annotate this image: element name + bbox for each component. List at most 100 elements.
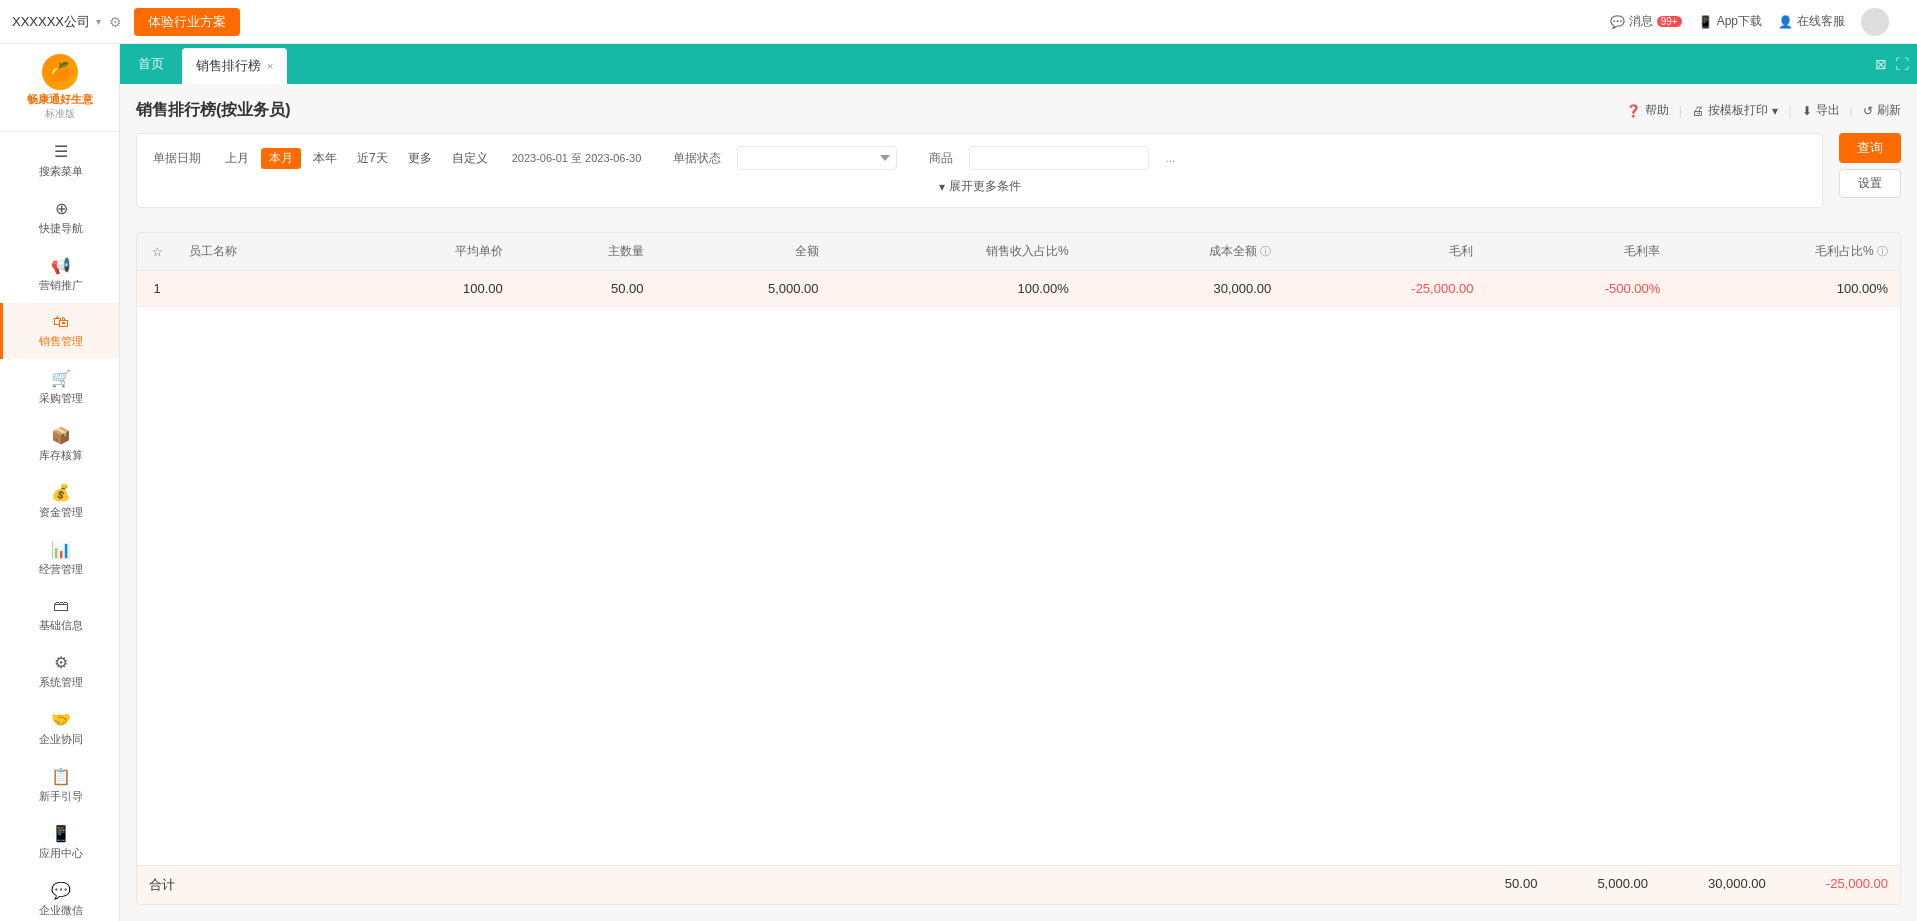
sidebar-item-corp[interactable]: 🤝 企业协同 — [0, 700, 119, 757]
purchase-icon: 🛒 — [51, 369, 71, 388]
page-actions: ❓ 帮助 | 🖨 按模板打印 ▾ | ⬇ 导出 | — [1626, 102, 1901, 119]
col-qty: 主数量 — [515, 233, 656, 271]
date-tab-more[interactable]: 更多 — [400, 148, 440, 169]
table-container: ☆ 员工名称 平均单价 主数量 全额 销售收入占比% 成本全额 ⓘ 毛利 毛利率… — [137, 233, 1900, 865]
expand-filters-button[interactable]: ▾ 展开更多条件 — [939, 178, 1021, 195]
top-right-area: 💬 消息 99+ 📱 App下载 👤 在线客服 — [1610, 8, 1905, 36]
filter-row: 单据日期 上月 本月 本年 近7天 更多 自定义 2023-06-01 至 20… — [153, 146, 1806, 170]
sidebar-item-marketing[interactable]: 📢 营销推广 — [0, 246, 119, 303]
finance-icon: 💰 — [51, 483, 71, 502]
tab-bar: 首页 销售排行榜 × ⊠ ⛶ — [120, 44, 1917, 84]
tab-active[interactable]: 销售排行榜 × — [182, 48, 287, 84]
query-button[interactable]: 查询 — [1839, 133, 1901, 163]
corp-icon: 🤝 — [51, 710, 71, 729]
refresh-button[interactable]: ↺ 刷新 — [1863, 102, 1901, 119]
sales-icon: 🛍 — [53, 313, 69, 331]
print-button[interactable]: 🖨 按模板打印 ▾ — [1692, 102, 1778, 119]
date-tab-7days[interactable]: 近7天 — [349, 148, 396, 169]
sidebar-item-quick[interactable]: ⊕ 快捷导航 — [0, 189, 119, 246]
marketing-icon: 📢 — [51, 256, 71, 275]
avatar[interactable] — [1861, 8, 1889, 36]
table-footer: 合计 50.00 5,000.00 30,000.00 -25,000.00 — [137, 865, 1900, 904]
cell-gross: -25,000.00 — [1283, 271, 1485, 307]
sidebar-item-purchase[interactable]: 🛒 采购管理 — [0, 359, 119, 416]
cell-gross-pct: 100.00% — [1672, 271, 1900, 307]
settings-button[interactable]: 设置 — [1839, 169, 1901, 198]
sidebar-item-basic[interactable]: 🗃 基础信息 — [0, 587, 119, 643]
sidebar-item-inventory[interactable]: 📦 库存核算 — [0, 416, 119, 473]
col-gross-rate: 毛利率 — [1485, 233, 1672, 271]
table-row: 1 100.00 50.00 5,000.00 100.00% 30,000.0… — [137, 271, 1900, 307]
filter-expand-row: ▾ 展开更多条件 — [153, 178, 1806, 195]
filter-bar: 单据日期 上月 本月 本年 近7天 更多 自定义 2023-06-01 至 20… — [136, 133, 1823, 208]
export-button[interactable]: ⬇ 导出 — [1802, 102, 1840, 119]
gross-pct-info-icon[interactable]: ⓘ — [1877, 245, 1888, 257]
footer-qty: 50.00 — [1505, 876, 1538, 894]
sidebar-item-system[interactable]: ⚙ 系统管理 — [0, 643, 119, 700]
tab-minimize-button[interactable]: ⊠ — [1875, 56, 1887, 72]
export-icon: ⬇ — [1802, 104, 1812, 118]
cell-gross-rate: -500.00% — [1485, 271, 1672, 307]
date-tab-curr-year[interactable]: 本年 — [305, 148, 345, 169]
app-label: App下载 — [1717, 13, 1762, 30]
sidebar-item-operations[interactable]: 📊 经营管理 — [0, 530, 119, 587]
quick-nav-icon: ⊕ — [55, 199, 68, 218]
message-badge: 99+ — [1657, 16, 1682, 27]
date-range: 2023-06-01 至 2023-06-30 — [512, 151, 642, 166]
gear-icon[interactable]: ⚙ — [109, 14, 122, 30]
cell-avg-price: 100.00 — [346, 271, 515, 307]
help-button[interactable]: ❓ 帮助 — [1626, 102, 1669, 119]
sidebar-item-wechat[interactable]: 💬 企业微信 — [0, 871, 119, 921]
table-wrap: ☆ 员工名称 平均单价 主数量 全额 销售收入占比% 成本全额 ⓘ 毛利 毛利率… — [136, 232, 1901, 905]
more-filters-icon[interactable]: ... — [1165, 151, 1175, 165]
sidebar-item-guide[interactable]: 📋 新手引导 — [0, 757, 119, 814]
sidebar-item-apps[interactable]: 📱 应用中心 — [0, 814, 119, 871]
cost-info-icon[interactable]: ⓘ — [1260, 245, 1271, 257]
status-label: 单据状态 — [673, 150, 721, 167]
tab-expand-button[interactable]: ⛶ — [1895, 56, 1909, 72]
tab-close-icon[interactable]: × — [267, 60, 273, 72]
col-name: 员工名称 — [177, 233, 346, 271]
footer-label: 合计 — [149, 876, 349, 894]
page-header: 销售排行榜(按业务员) ❓ 帮助 | 🖨 按模板打印 ▾ | ⬇ — [136, 100, 1901, 121]
inventory-icon: 📦 — [51, 426, 71, 445]
footer-amount: 5,000.00 — [1597, 876, 1648, 894]
date-tabs: 上月 本月 本年 近7天 更多 自定义 — [217, 148, 496, 169]
sidebar-label-marketing: 营销推广 — [39, 278, 83, 293]
online-service-icon[interactable]: 👤 在线客服 — [1778, 13, 1845, 30]
date-tab-custom[interactable]: 自定义 — [444, 148, 496, 169]
message-icon[interactable]: 💬 消息 99+ — [1610, 13, 1682, 30]
col-sales-pct: 销售收入占比% — [831, 233, 1081, 271]
active-tab-label: 销售排行榜 — [196, 57, 261, 75]
tab-home[interactable]: 首页 — [120, 44, 182, 84]
col-avg-price: 平均单价 — [346, 233, 515, 271]
sidebar-item-search[interactable]: ☰ 搜索菜单 — [0, 132, 119, 189]
col-gross: 毛利 — [1283, 233, 1485, 271]
sidebar-label-inventory: 库存核算 — [39, 448, 83, 463]
try-industry-button[interactable]: 体验行业方案 — [134, 8, 240, 36]
print-chevron-icon: ▾ — [1772, 104, 1778, 118]
chevron-down-icon: ▾ — [96, 16, 101, 27]
date-tab-curr-month[interactable]: 本月 — [261, 148, 301, 169]
cell-amount: 5,000.00 — [656, 271, 831, 307]
print-icon: 🖨 — [1692, 104, 1704, 118]
help-icon: ❓ — [1626, 104, 1641, 118]
service-label: 在线客服 — [1797, 13, 1845, 30]
sidebar-label-sales: 销售管理 — [39, 334, 83, 349]
filter-query-row: 单据日期 上月 本月 本年 近7天 更多 自定义 2023-06-01 至 20… — [136, 133, 1901, 220]
sidebar-label-system: 系统管理 — [39, 675, 83, 690]
company-selector[interactable]: XXXXXX公司 ▾ — [12, 13, 101, 31]
sidebar-label-finance: 资金管理 — [39, 505, 83, 520]
goods-input[interactable] — [969, 146, 1149, 170]
footer-gross: -25,000.00 — [1826, 876, 1888, 894]
table-header-row: ☆ 员工名称 平均单价 主数量 全额 销售收入占比% 成本全额 ⓘ 毛利 毛利率… — [137, 233, 1900, 271]
sidebar-label-search: 搜索菜单 — [39, 164, 83, 179]
tab-bar-right: ⊠ ⛶ — [1875, 44, 1917, 84]
sidebar-item-sales[interactable]: 🛍 销售管理 — [0, 303, 119, 359]
goods-label: 商品 — [929, 150, 953, 167]
divider2: | — [1788, 103, 1791, 118]
app-download-icon[interactable]: 📱 App下载 — [1698, 13, 1762, 30]
date-tab-prev-month[interactable]: 上月 — [217, 148, 257, 169]
status-select[interactable] — [737, 146, 897, 170]
sidebar-item-finance[interactable]: 💰 资金管理 — [0, 473, 119, 530]
